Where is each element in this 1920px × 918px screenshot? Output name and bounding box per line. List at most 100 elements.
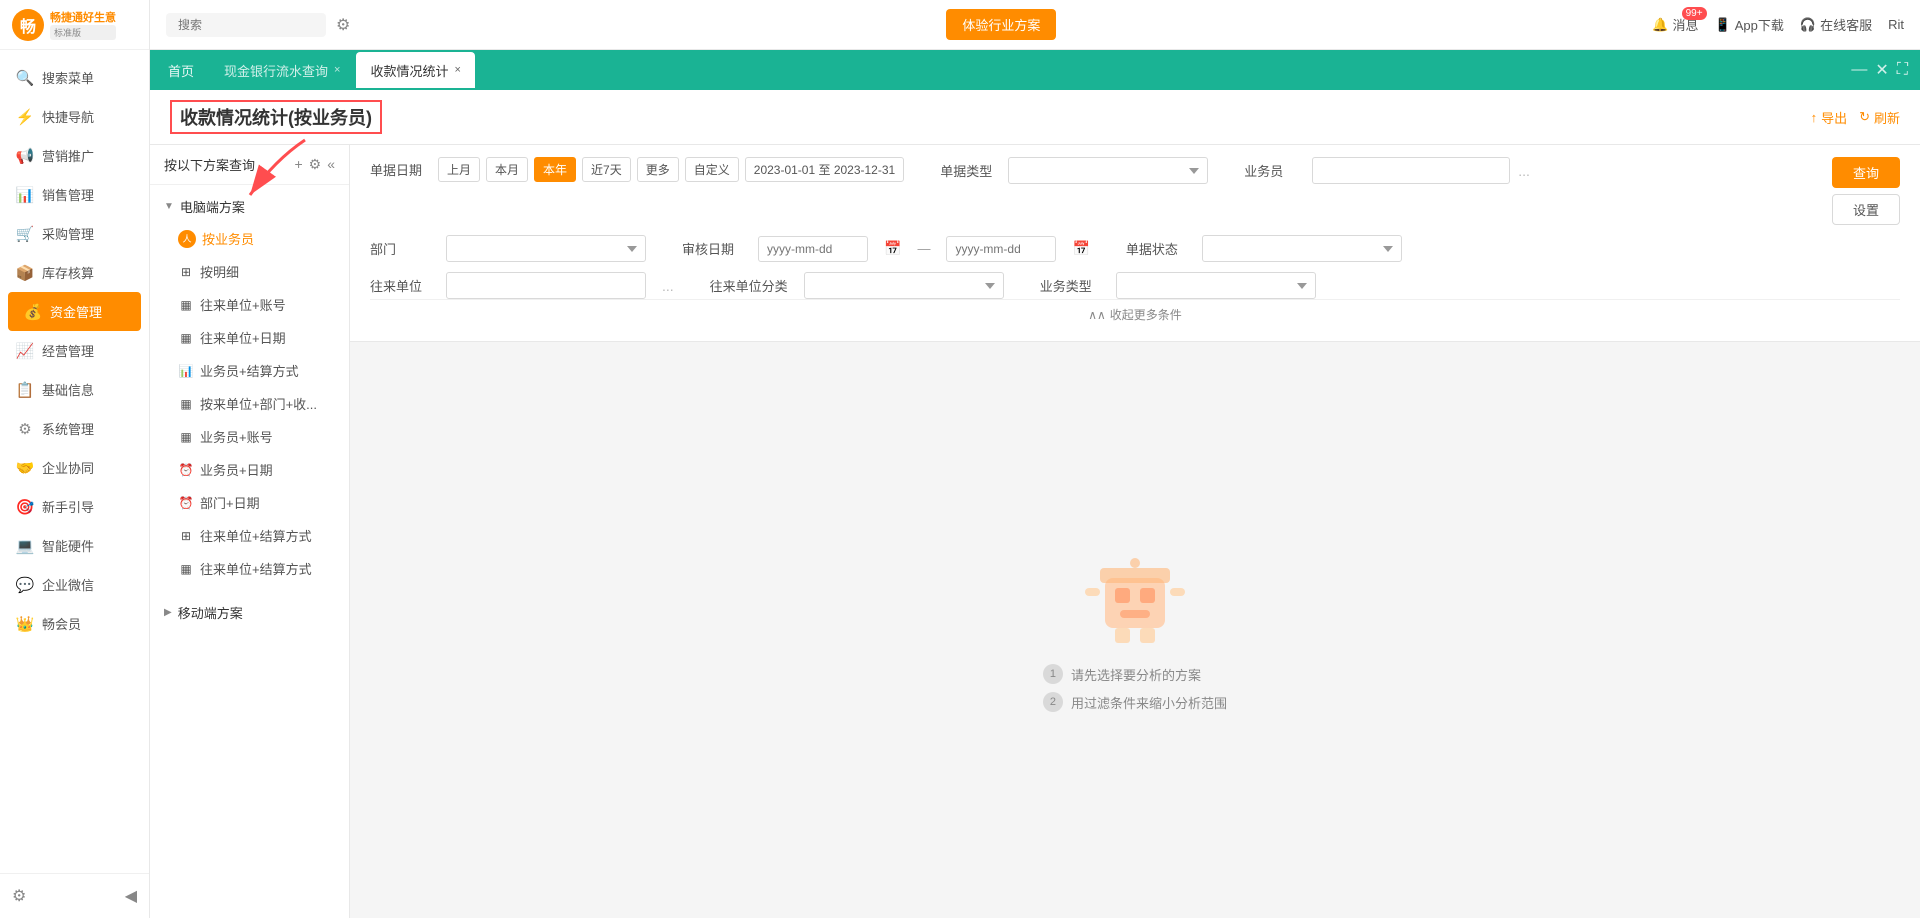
sidebar-item-system[interactable]: ⚙ 系统管理	[0, 409, 149, 448]
sidebar-item-wechat[interactable]: 💬 企业微信	[0, 565, 149, 604]
date-btn-this-month[interactable]: 本月	[486, 157, 528, 182]
sidebar-item-purchase[interactable]: 🛒 采购管理	[0, 214, 149, 253]
export-icon: ↑	[1811, 110, 1818, 125]
chevron-up-icon: ∧∧	[1088, 308, 1106, 322]
date-btn-this-year[interactable]: 本年	[534, 157, 576, 182]
panel-settings-btn[interactable]: ⚙	[309, 156, 322, 173]
filter-row-1: 单据日期 上月 本月 本年 近7天 更多 自定义 2023-01-01 至 20…	[370, 157, 1900, 225]
grid-icon: ⊞	[178, 264, 194, 280]
filter-settings-btn[interactable]: 设置	[1832, 194, 1900, 225]
doc-type-select[interactable]	[1008, 157, 1208, 184]
scheme-group-mobile-header[interactable]: ▶ 移动端方案	[150, 597, 349, 628]
guide-icon: 🎯	[16, 498, 34, 516]
marketing-icon: 📢	[16, 147, 34, 165]
business-type-select[interactable]	[1116, 272, 1316, 299]
date-btn-more[interactable]: 更多	[637, 157, 679, 182]
panel-header: 按以下方案查询 + ⚙ «	[150, 145, 349, 185]
header-online-service[interactable]: 🎧 在线客服	[1800, 15, 1872, 34]
date-btn-last-month[interactable]: 上月	[438, 157, 480, 182]
tab-receipt-stats[interactable]: 收款情况统计 ×	[356, 52, 474, 88]
trial-btn[interactable]: 体验行业方案	[946, 9, 1056, 40]
operations-icon: 📈	[16, 342, 34, 360]
top-header: ⚙ 体验行业方案 🔔 消息 99+ 📱 App下载 🎧 在线客服 Rit	[150, 0, 1920, 50]
export-btn[interactable]: ↑ 导出	[1811, 108, 1848, 127]
partner-dots[interactable]: ...	[662, 278, 674, 294]
panel-add-btn[interactable]: +	[294, 156, 302, 173]
wechat-icon: 💬	[16, 576, 34, 594]
date-btn-7days[interactable]: 近7天	[582, 157, 631, 182]
dept-select[interactable]	[446, 235, 646, 262]
calendar-to-icon[interactable]: 📅	[1072, 240, 1089, 257]
audit-date-from[interactable]	[758, 236, 868, 262]
table2-icon: ▦	[178, 330, 194, 346]
sidebar-item-hardware[interactable]: 💻 智能硬件	[0, 526, 149, 565]
sidebar-item-quicknav[interactable]: ⚡ 快捷导航	[0, 97, 149, 136]
tab-maximize-icon[interactable]: ⛶	[1897, 61, 1908, 79]
sidebar-item-enterprise[interactable]: 🤝 企业协同	[0, 448, 149, 487]
sidebar-item-sales[interactable]: 📊 销售管理	[0, 175, 149, 214]
panel-collapse-btn[interactable]: «	[327, 156, 335, 173]
content-with-sidebar: 按以下方案查询 + ⚙ « ▼ 电脑端方案 人	[150, 145, 1920, 918]
calendar-from-icon[interactable]: 📅	[884, 240, 901, 257]
filter-area: 单据日期 上月 本月 本年 近7天 更多 自定义 2023-01-01 至 20…	[350, 145, 1920, 342]
audit-date-label: 审核日期	[682, 239, 742, 258]
date-btn-custom[interactable]: 自定义	[685, 157, 739, 182]
step-1-text: 请先选择要分析的方案	[1071, 665, 1201, 684]
header-right: 🔔 消息 99+ 📱 App下载 🎧 在线客服 Rit	[1652, 15, 1904, 34]
partner-input[interactable]	[446, 272, 646, 299]
tab-bank-flow-close[interactable]: ×	[334, 64, 340, 76]
footer-settings-icon[interactable]: ⚙	[12, 886, 26, 906]
doc-type-filter: 单据类型	[940, 157, 1208, 184]
step-2-text: 用过滤条件来缩小分析范围	[1071, 693, 1227, 712]
scheme-item-partner-settlement2[interactable]: ▦ 往来单位+结算方式	[150, 552, 349, 585]
scheme-item-salesman-date[interactable]: ⏰ 业务员+日期	[150, 453, 349, 486]
query-btn[interactable]: 查询	[1832, 157, 1900, 188]
collapse-bar[interactable]: ∧∧ 收起更多条件	[370, 299, 1900, 329]
tab-close-all-icon[interactable]: ✕	[1875, 60, 1888, 80]
scheme-item-partner-date[interactable]: ▦ 往来单位+日期	[150, 321, 349, 354]
header-app-download[interactable]: 📱 App下载	[1715, 15, 1784, 34]
empty-illustration	[1075, 548, 1195, 648]
system-icon: ⚙	[16, 420, 34, 438]
salesman-dots[interactable]: ...	[1518, 163, 1530, 179]
scheme-item-salesman-account[interactable]: ▦ 业务员+账号	[150, 420, 349, 453]
sidebar-item-inventory[interactable]: 📦 库存核算	[0, 253, 149, 292]
sidebar-item-operations[interactable]: 📈 经营管理	[0, 331, 149, 370]
right-panel: 单据日期 上月 本月 本年 近7天 更多 自定义 2023-01-01 至 20…	[350, 145, 1920, 918]
doc-status-select[interactable]	[1202, 235, 1402, 262]
scheme-item-by-salesman[interactable]: 人 按业务员	[150, 222, 349, 255]
basicinfo-icon: 📋	[16, 381, 34, 399]
partner-category-select[interactable]	[804, 272, 1004, 299]
scheme-group-pc-header[interactable]: ▼ 电脑端方案	[150, 191, 349, 222]
grid2-icon: ⊞	[178, 528, 194, 544]
page-title: 收款情况统计(按业务员)	[170, 100, 382, 134]
sidebar-item-marketing[interactable]: 📢 营销推广	[0, 136, 149, 175]
scheme-item-partner-account[interactable]: ▦ 往来单位+账号	[150, 288, 349, 321]
tab-home[interactable]: 首页	[154, 52, 208, 88]
refresh-btn[interactable]: ↻ 刷新	[1859, 108, 1900, 127]
header-username[interactable]: Rit	[1888, 17, 1904, 32]
salesman-input[interactable]	[1312, 157, 1510, 184]
scheme-item-salesman-settlement[interactable]: 📊 业务员+结算方式	[150, 354, 349, 387]
sidebar-item-basicinfo[interactable]: 📋 基础信息	[0, 370, 149, 409]
header-message[interactable]: 🔔 消息 99+	[1652, 15, 1698, 34]
tab-minimize-icon[interactable]: —	[1851, 61, 1867, 79]
salesman-filter: 业务员 ...	[1244, 157, 1530, 184]
audit-date-to[interactable]	[946, 236, 1056, 262]
tab-receipt-stats-close[interactable]: ×	[454, 64, 460, 76]
tab-bank-flow[interactable]: 现金银行流水查询 ×	[210, 52, 354, 88]
footer-collapse-icon[interactable]: ◀	[125, 886, 137, 906]
scheme-item-partner-settlement1[interactable]: ⊞ 往来单位+结算方式	[150, 519, 349, 552]
empty-steps: 1 请先选择要分析的方案 2 用过滤条件来缩小分析范围	[1043, 664, 1227, 712]
scheme-item-by-detail[interactable]: ⊞ 按明细	[150, 255, 349, 288]
tabs-left: 首页 现金银行流水查询 × 收款情况统计 ×	[154, 52, 475, 88]
sidebar-item-finance[interactable]: 💰 资金管理	[8, 292, 141, 331]
header-search-input[interactable]	[166, 13, 326, 37]
sidebar-item-search[interactable]: 🔍 搜索菜单	[0, 58, 149, 97]
sidebar-item-member[interactable]: 👑 畅会员	[0, 604, 149, 643]
settings-gear-icon[interactable]: ⚙	[336, 15, 350, 35]
logo-text-area: 畅捷通好生意 标准版	[50, 9, 116, 40]
scheme-item-dept-date[interactable]: ⏰ 部门+日期	[150, 486, 349, 519]
scheme-item-by-partner-dept[interactable]: ▦ 按来单位+部门+收...	[150, 387, 349, 420]
sidebar-item-guide[interactable]: 🎯 新手引导	[0, 487, 149, 526]
